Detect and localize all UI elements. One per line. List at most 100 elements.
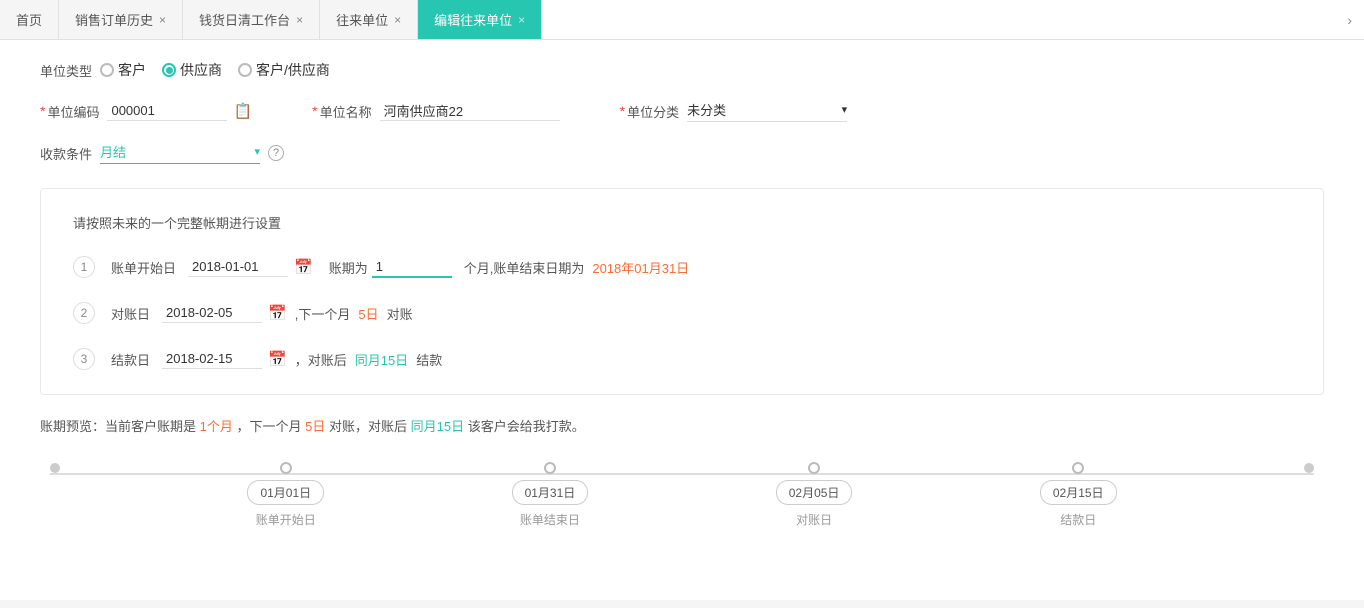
tab-sales-order-history-close[interactable]: × — [159, 13, 166, 27]
timeline-node-4: 02月15日 结款日 — [1040, 462, 1117, 528]
settings-card: 请按照未来的一个完整帐期进行设置 1 账单开始日 📅 账期为 个月,账单结束日期… — [40, 188, 1324, 395]
timeline-label-3: 对账日 — [796, 511, 832, 528]
radio-both-circle — [238, 63, 252, 77]
timeline-nodes: 01月01日 账单开始日 01月31日 账单结束日 02月05日 对账日 02月… — [50, 462, 1314, 528]
step2-suffix1: ,下一个月 — [295, 304, 351, 323]
step3-highlight1: 同月15日 — [355, 350, 408, 369]
unit-category-required: * — [620, 103, 625, 119]
step1-end-date: 2018年01月31日 — [592, 258, 689, 277]
step1-date-input[interactable] — [188, 257, 288, 277]
unit-name-required: * — [312, 103, 317, 119]
unit-name-input[interactable] — [380, 101, 560, 121]
radio-supplier-label: 供应商 — [180, 60, 222, 80]
payment-terms-value: 月结 — [100, 142, 250, 161]
unit-type-radio-group: 客户 供应商 客户/供应商 — [100, 60, 330, 80]
tab-edit-partner-unit-label: 编辑往来单位 — [434, 10, 512, 29]
preview-part1: 1个月 — [200, 419, 233, 434]
preview-section: 账期预览：当前客户账期是 1个月 ，下一个月 5日 对账，对账后 同月15日 该… — [40, 415, 1324, 438]
timeline-section: 01月01日 账单开始日 01月31日 账单结束日 02月05日 对账日 02月… — [40, 462, 1324, 528]
step2-row: 2 对账日 📅 ,下一个月 5日 对账 — [73, 302, 1291, 324]
unit-category-select[interactable]: 未分类 ▾ — [687, 100, 847, 122]
tab-sales-order-history-label: 销售订单历史 — [75, 10, 153, 29]
unit-category-label: 单位分类 — [627, 102, 679, 121]
preview-suffix: 该客户会给我打款。 — [468, 419, 585, 434]
step2-calendar-icon[interactable]: 📅 — [268, 304, 287, 322]
step1-label: 账单开始日 — [111, 258, 176, 277]
unit-type-label: 单位类型 — [40, 61, 92, 80]
step3-suffix2: 结款 — [416, 350, 442, 369]
radio-customer[interactable]: 客户 — [100, 60, 146, 80]
step1-period-input[interactable] — [372, 257, 452, 278]
preview-mid2: 对账，对账后 — [329, 419, 407, 434]
step3-row: 3 结款日 📅 ，对账后 同月15日 结款 — [73, 348, 1291, 370]
preview-mid1: ，下一个月 — [237, 419, 302, 434]
timeline-badge-4: 02月15日 — [1040, 480, 1117, 505]
payment-terms-label: 收款条件 — [40, 144, 92, 163]
step3-suffix1: ，对账后 — [295, 350, 347, 369]
step2-number: 2 — [73, 302, 95, 324]
unit-code-input[interactable] — [107, 101, 227, 121]
unit-info-row: * 单位编码 📋 * 单位名称 * 单位分类 未分类 ▾ — [40, 100, 1324, 122]
tab-cashflow-workbench-label: 钱货日清工作台 — [199, 10, 290, 29]
radio-supplier[interactable]: 供应商 — [162, 60, 222, 80]
timeline-label-4: 结款日 — [1060, 511, 1096, 528]
preview-prefix: 账期预览：当前客户账期是 — [40, 419, 196, 434]
chevron-right-icon: › — [1347, 12, 1352, 28]
step2-label: 对账日 — [111, 304, 150, 323]
timeline-dot-3 — [808, 462, 820, 474]
timeline-label-1: 账单开始日 — [256, 511, 316, 528]
payment-terms-dropdown[interactable]: 月结 ▾ — [100, 142, 260, 164]
radio-customer-label: 客户 — [118, 60, 146, 80]
step1-period-label: 账期为 — [329, 258, 368, 277]
timeline-start-dot — [50, 463, 60, 473]
step3-calendar-icon[interactable]: 📅 — [268, 350, 287, 368]
copy-icon[interactable]: 📋 — [233, 102, 252, 120]
unit-code-required: * — [40, 103, 45, 119]
step3-date-input[interactable] — [162, 349, 262, 369]
step2-suffix2: 对账 — [387, 304, 413, 323]
radio-both-label: 客户/供应商 — [256, 60, 330, 80]
preview-part3: 同月15日 — [411, 419, 464, 434]
help-icon[interactable]: ? — [268, 145, 284, 161]
timeline-badge-2: 01月31日 — [512, 480, 589, 505]
tab-cashflow-workbench-close[interactable]: × — [296, 13, 303, 27]
radio-both[interactable]: 客户/供应商 — [238, 60, 330, 80]
step1-calendar-icon[interactable]: 📅 — [294, 258, 313, 276]
tab-edit-partner-unit[interactable]: 编辑往来单位 × — [418, 0, 542, 39]
preview-part2: 5日 — [305, 419, 325, 434]
tab-cashflow-workbench[interactable]: 钱货日清工作台 × — [183, 0, 320, 39]
timeline-label-2: 账单结束日 — [520, 511, 580, 528]
tab-more-button[interactable]: › — [1335, 0, 1364, 39]
tab-partner-units[interactable]: 往来单位 × — [320, 0, 418, 39]
payment-terms-arrow-icon: ▾ — [254, 145, 260, 158]
unit-code-label: 单位编码 — [47, 102, 99, 121]
tab-bar: 首页 销售订单历史 × 钱货日清工作台 × 往来单位 × 编辑往来单位 × › — [0, 0, 1364, 40]
timeline-right-cap — [1304, 462, 1314, 528]
unit-category-group: * 单位分类 未分类 ▾ — [620, 100, 847, 122]
step1-number: 1 — [73, 256, 95, 278]
main-content: 单位类型 客户 供应商 客户/供应商 * 单位编码 📋 * — [0, 40, 1364, 600]
tab-home[interactable]: 首页 — [0, 0, 59, 39]
unit-code-group: * 单位编码 📋 — [40, 101, 252, 121]
unit-category-value: 未分类 — [687, 100, 837, 119]
timeline-dot-2 — [544, 462, 556, 474]
tab-partner-units-close[interactable]: × — [394, 13, 401, 27]
card-title: 请按照未来的一个完整帐期进行设置 — [73, 213, 1291, 232]
tab-sales-order-history[interactable]: 销售订单历史 × — [59, 0, 183, 39]
unit-category-arrow-icon: ▾ — [842, 103, 848, 116]
timeline-dot-4 — [1072, 462, 1084, 474]
unit-name-label: 单位名称 — [320, 102, 372, 121]
tab-home-label: 首页 — [16, 10, 42, 29]
step1-period-unit: 个月,账单结束日期为 — [464, 258, 585, 277]
tab-partner-units-label: 往来单位 — [336, 10, 388, 29]
step3-number: 3 — [73, 348, 95, 370]
unit-name-group: * 单位名称 — [312, 101, 559, 121]
timeline-dot-1 — [280, 462, 292, 474]
step2-highlight1: 5日 — [358, 304, 378, 323]
radio-customer-circle — [100, 63, 114, 77]
radio-supplier-circle — [162, 63, 176, 77]
step2-date-input[interactable] — [162, 303, 262, 323]
tab-edit-partner-unit-close[interactable]: × — [518, 13, 525, 27]
timeline-end-dot — [1304, 463, 1314, 473]
timeline-badge-3: 02月05日 — [776, 480, 853, 505]
